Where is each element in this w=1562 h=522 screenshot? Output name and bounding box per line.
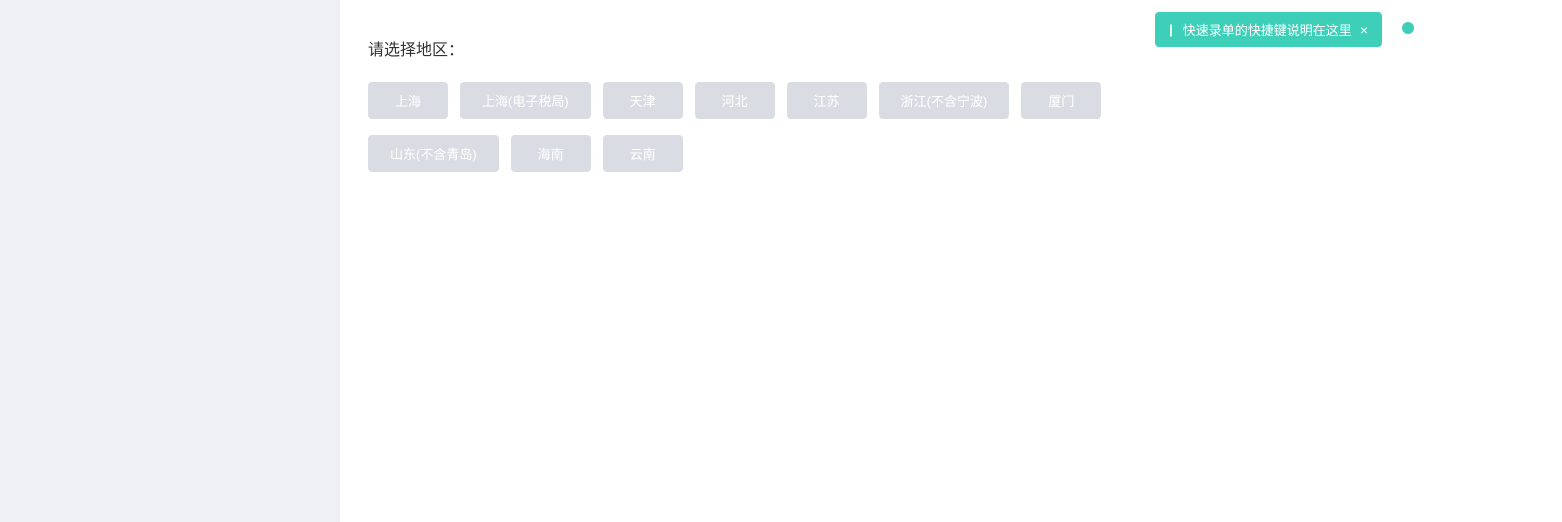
tooltip-dot: [1402, 22, 1414, 34]
region-btn-xiamen[interactable]: 厦门: [1021, 82, 1101, 119]
sidebar: [0, 0, 340, 522]
tooltip-badge: 快速录单的快捷键说明在这里 ×: [1155, 12, 1382, 47]
region-btn-hainan[interactable]: 海南: [511, 135, 591, 172]
tooltip-text: 快速录单的快捷键说明在这里: [1183, 20, 1352, 39]
region-btn-shanghai[interactable]: 上海: [368, 82, 448, 119]
tooltip-close-button[interactable]: ×: [1360, 23, 1368, 37]
region-btn-shandong[interactable]: 山东(不含青岛): [368, 135, 499, 172]
region-btn-yunnan[interactable]: 云南: [603, 135, 683, 172]
region-btn-tianjin[interactable]: 天津: [603, 82, 683, 119]
region-btn-shanghai-etax[interactable]: 上海(电子税局): [460, 82, 591, 119]
region-row-1: 上海 上海(电子税局) 天津 河北 江苏 浙江(不含宁波) 厦门: [368, 82, 1534, 119]
region-btn-jiangsu[interactable]: 江苏: [787, 82, 867, 119]
region-btn-zhejiang[interactable]: 浙江(不含宁波): [879, 82, 1010, 119]
region-row-2: 山东(不含青岛) 海南 云南: [368, 135, 1534, 172]
region-btn-hebei[interactable]: 河北: [695, 82, 775, 119]
main-content: 快速录单的快捷键说明在这里 × 请选择地区： 上海 上海(电子税局) 天津 河北…: [340, 0, 1562, 522]
